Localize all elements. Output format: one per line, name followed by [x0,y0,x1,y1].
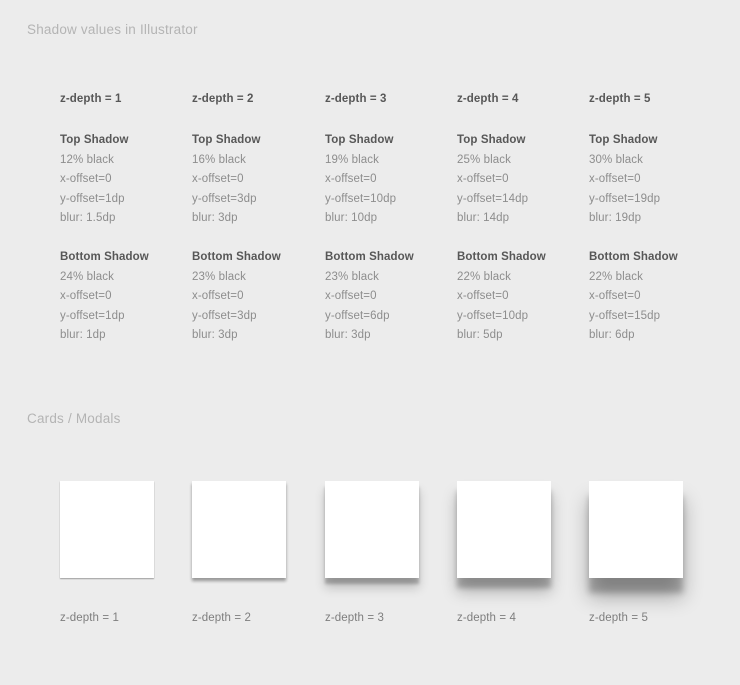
top-shadow-block: Top Shadow 25% black x-offset=0 y-offset… [457,131,587,229]
top-shadow-x-offset: x-offset=0 [457,173,509,185]
top-shadow-title: Top Shadow [457,134,526,146]
bottom-shadow-opacity: 22% black [457,270,511,283]
bottom-shadow-x-offset: x-offset=0 [589,290,641,302]
top-shadow-title: Top Shadow [325,134,394,146]
card-label: z-depth = 2 [192,612,251,624]
elevation-card[interactable] [60,481,154,578]
shadow-spec-sheet: Shadow values in Illustrator z-depth = 1… [0,0,740,685]
bottom-shadow-block: Bottom Shadow 24% black x-offset=0 y-off… [60,248,190,346]
card-cell-z-depth-1: z-depth = 1 [60,481,154,624]
bottom-shadow-blur: blur: 3dp [192,329,238,341]
bottom-shadow-blur: blur: 1dp [60,329,106,341]
bottom-shadow-blur: blur: 3dp [325,329,371,341]
top-shadow-blur: blur: 10dp [325,212,378,224]
bottom-shadow-title: Bottom Shadow [60,251,149,263]
spec-column-header: z-depth = 5 [589,93,651,105]
bottom-shadow-title: Bottom Shadow [457,251,546,263]
bottom-shadow-x-offset: x-offset=0 [325,290,377,302]
top-shadow-x-offset: x-offset=0 [192,173,244,185]
top-shadow-blur: blur: 14dp [457,212,510,224]
card-cell-z-depth-4: z-depth = 4 [457,481,551,624]
spec-column-header: z-depth = 3 [325,93,387,105]
top-shadow-y-offset: y-offset=1dp [60,192,125,205]
top-shadow-block: Top Shadow 19% black x-offset=0 y-offset… [325,131,455,229]
bottom-shadow-block: Bottom Shadow 23% black x-offset=0 y-off… [325,248,455,346]
top-shadow-block: Top Shadow 16% black x-offset=0 y-offset… [192,131,322,229]
card-cell-z-depth-2: z-depth = 2 [192,481,286,624]
bottom-shadow-block: Bottom Shadow 23% black x-offset=0 y-off… [192,248,322,346]
top-shadow-opacity: 12% black [60,153,114,166]
top-shadow-y-offset: y-offset=14dp [457,192,529,205]
bottom-shadow-opacity: 24% black [60,270,114,283]
bottom-shadow-block: Bottom Shadow 22% black x-offset=0 y-off… [457,248,587,346]
top-shadow-blur: blur: 3dp [192,212,238,224]
bottom-shadow-y-offset: y-offset=6dp [325,309,390,322]
bottom-shadow-y-offset: y-offset=3dp [192,309,257,322]
top-shadow-title: Top Shadow [192,134,261,146]
spec-column-header: z-depth = 2 [192,93,254,105]
spec-column-header: z-depth = 4 [457,93,519,105]
bottom-shadow-y-offset: y-offset=10dp [457,309,529,322]
bottom-shadow-x-offset: x-offset=0 [192,290,244,302]
spec-column-z-depth-3: z-depth = 3 Top Shadow 19% black x-offse… [325,92,455,341]
top-shadow-x-offset: x-offset=0 [60,173,112,185]
bottom-shadow-blur: blur: 6dp [589,329,635,341]
card-cell-z-depth-3: z-depth = 3 [325,481,419,624]
top-shadow-y-offset: y-offset=10dp [325,192,397,205]
bottom-shadow-title: Bottom Shadow [589,251,678,263]
bottom-shadow-opacity: 23% black [325,270,379,283]
section-title-shadow-values: Shadow values in Illustrator [27,22,198,37]
bottom-shadow-x-offset: x-offset=0 [60,290,112,302]
top-shadow-x-offset: x-offset=0 [589,173,641,185]
bottom-shadow-blur: blur: 5dp [457,329,503,341]
bottom-shadow-block: Bottom Shadow 22% black x-offset=0 y-off… [589,248,719,346]
spec-column-z-depth-4: z-depth = 4 Top Shadow 25% black x-offse… [457,92,587,341]
top-shadow-block: Top Shadow 30% black x-offset=0 y-offset… [589,131,719,229]
bottom-shadow-title: Bottom Shadow [192,251,281,263]
card-label: z-depth = 4 [457,612,516,624]
top-shadow-block: Top Shadow 12% black x-offset=0 y-offset… [60,131,190,229]
elevation-card[interactable] [589,481,683,578]
card-label: z-depth = 1 [60,612,119,624]
card-cell-z-depth-5: z-depth = 5 [589,481,683,624]
top-shadow-opacity: 25% black [457,153,511,166]
top-shadow-opacity: 16% black [192,153,246,166]
top-shadow-title: Top Shadow [60,134,129,146]
elevation-card[interactable] [457,481,551,578]
elevation-card[interactable] [192,481,286,578]
bottom-shadow-title: Bottom Shadow [325,251,414,263]
section-title-cards-modals: Cards / Modals [27,411,121,426]
bottom-shadow-x-offset: x-offset=0 [457,290,509,302]
top-shadow-title: Top Shadow [589,134,658,146]
top-shadow-opacity: 30% black [589,153,643,166]
card-label: z-depth = 3 [325,612,384,624]
elevation-card[interactable] [325,481,419,578]
bottom-shadow-y-offset: y-offset=1dp [60,309,125,322]
top-shadow-opacity: 19% black [325,153,379,166]
spec-column-z-depth-2: z-depth = 2 Top Shadow 16% black x-offse… [192,92,322,341]
spec-column-z-depth-1: z-depth = 1 Top Shadow 12% black x-offse… [60,92,190,341]
bottom-shadow-opacity: 23% black [192,270,246,283]
spec-column-z-depth-5: z-depth = 5 Top Shadow 30% black x-offse… [589,92,719,341]
bottom-shadow-opacity: 22% black [589,270,643,283]
top-shadow-y-offset: y-offset=19dp [589,192,661,205]
top-shadow-blur: blur: 1.5dp [60,212,116,224]
spec-column-header: z-depth = 1 [60,93,122,105]
bottom-shadow-y-offset: y-offset=15dp [589,309,661,322]
card-label: z-depth = 5 [589,612,648,624]
top-shadow-y-offset: y-offset=3dp [192,192,257,205]
top-shadow-x-offset: x-offset=0 [325,173,377,185]
top-shadow-blur: blur: 19dp [589,212,642,224]
